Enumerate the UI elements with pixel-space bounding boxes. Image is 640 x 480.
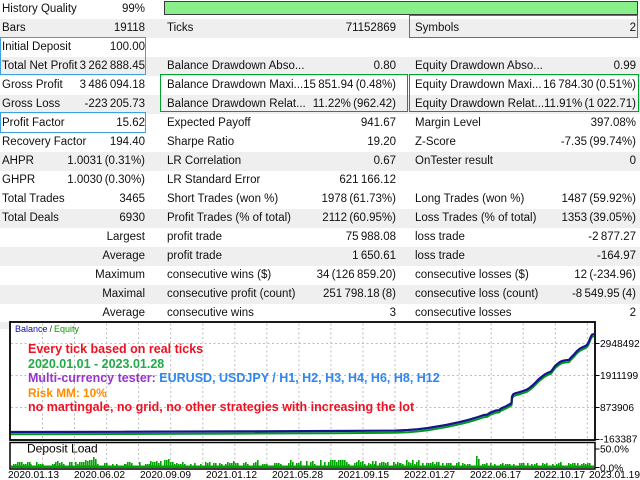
svg-text:2022.06.17: 2022.06.17: [470, 470, 521, 480]
svg-text:2021.09.15: 2021.09.15: [338, 470, 389, 480]
svg-text:2022.01.27: 2022.01.27: [404, 470, 455, 480]
svg-text:2022.10.17: 2022.10.17: [534, 470, 585, 480]
svg-text:Deposit Load: Deposit Load: [27, 442, 98, 456]
svg-text:2020.01.13: 2020.01.13: [8, 470, 59, 480]
svg-text:2020.09.09: 2020.09.09: [140, 470, 191, 480]
svg-text:2020.06.02: 2020.06.02: [74, 470, 125, 480]
svg-text:2021.01.12: 2021.01.12: [206, 470, 257, 480]
svg-text:1911199: 1911199: [600, 371, 638, 382]
svg-text:2948492: 2948492: [600, 339, 640, 350]
svg-text:Equity: Equity: [54, 324, 80, 334]
svg-text:873906: 873906: [600, 403, 634, 414]
svg-text:2021.05.28: 2021.05.28: [272, 470, 323, 480]
svg-text:2023.01.19: 2023.01.19: [589, 470, 640, 480]
svg-text:/: /: [50, 324, 53, 335]
svg-text:Balance: Balance: [15, 324, 48, 334]
svg-text:50.0%: 50.0%: [600, 445, 629, 456]
